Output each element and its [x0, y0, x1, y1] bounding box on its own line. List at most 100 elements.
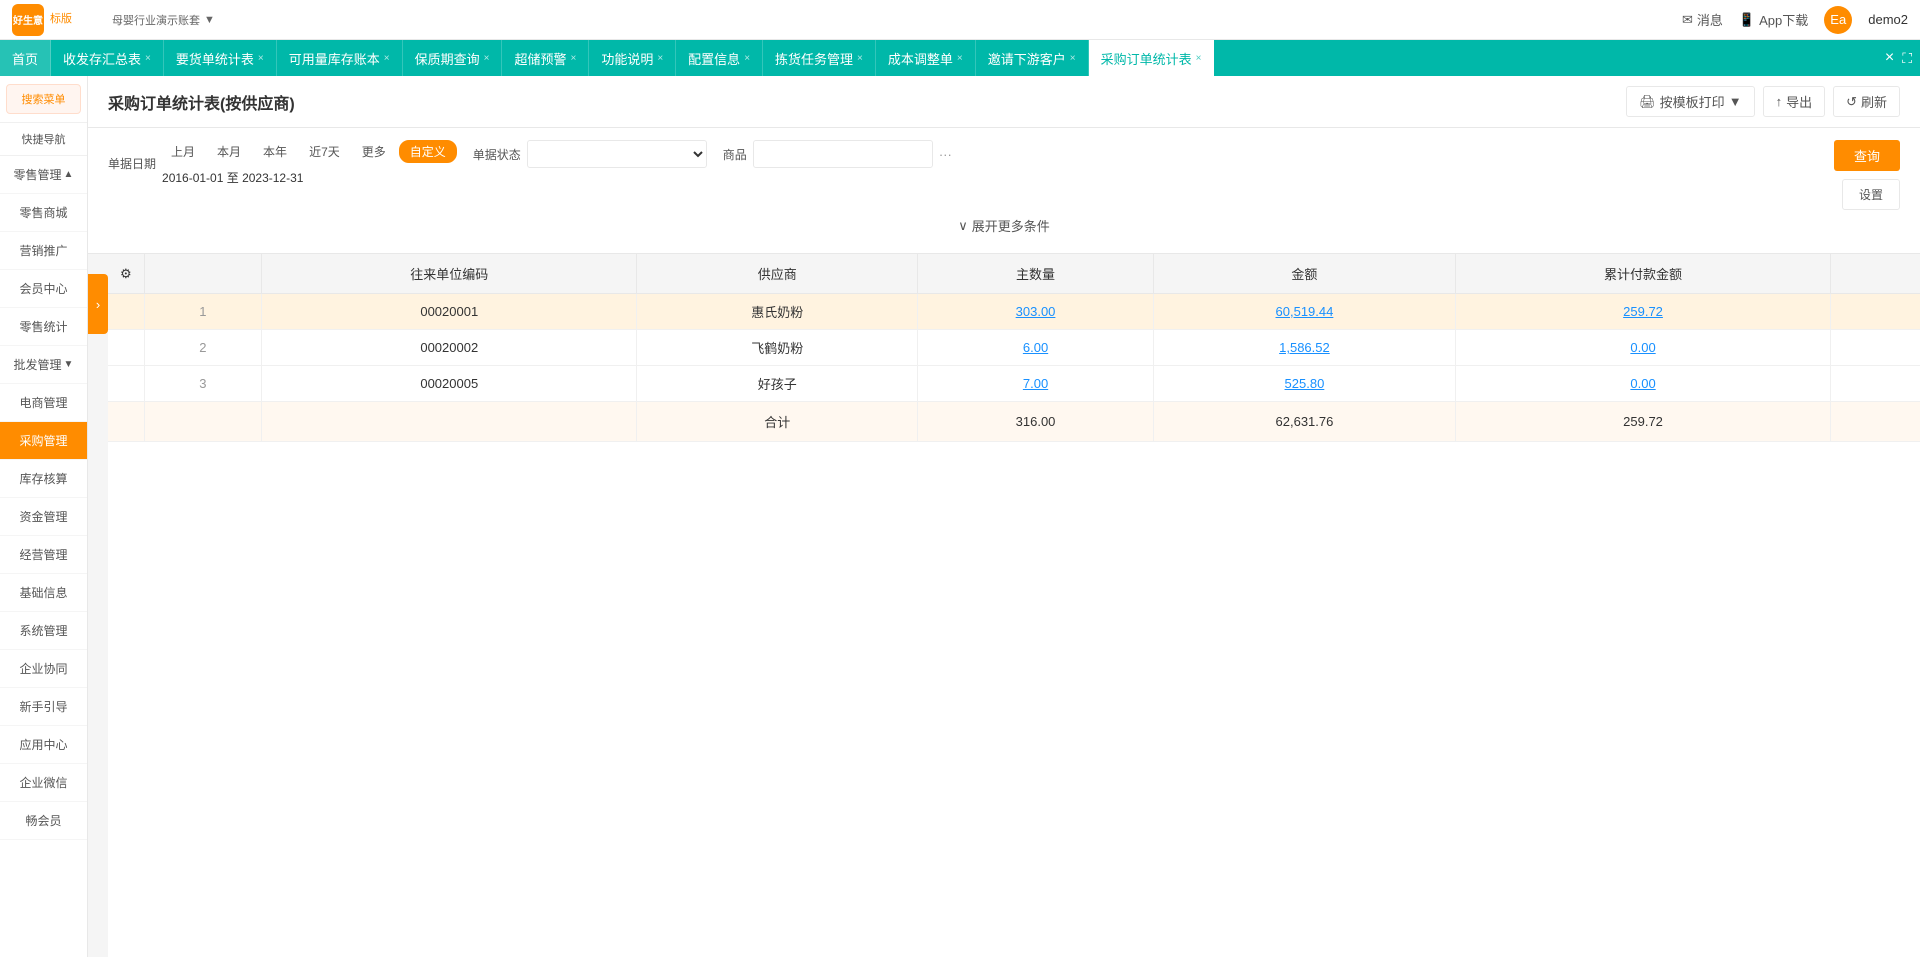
sidebar-item-jingyingguan[interactable]: 经营管理: [0, 536, 87, 574]
refresh-icon: ↺: [1846, 94, 1857, 110]
tab-tuohuo-close[interactable]: ×: [857, 53, 863, 64]
tab-gongneng[interactable]: 功能说明 ×: [589, 40, 676, 76]
row1-gear: [108, 294, 144, 330]
goods-filter: 商品 ···: [723, 140, 952, 168]
sidebar-quick-nav[interactable]: 快捷导航: [0, 123, 87, 156]
tab-invitedowner-close[interactable]: ×: [1070, 53, 1076, 64]
sidebar-item-qiyexietong-label: 企业协同: [19, 662, 67, 676]
tab-baozhi-close[interactable]: ×: [484, 53, 490, 64]
row2-main-qty[interactable]: 6.00: [918, 330, 1154, 366]
sidebar-item-qiyexietong[interactable]: 企业协同: [0, 650, 87, 688]
sidebar-item-kucunhesuanl[interactable]: 库存核算: [0, 460, 87, 498]
tab-shoufacollect-close[interactable]: ×: [145, 53, 151, 64]
tab-caigoustatistics-close[interactable]: ×: [1196, 53, 1202, 64]
sidebar-item-xinshouyindao[interactable]: 新手引导: [0, 688, 87, 726]
message-label: 消息: [1697, 10, 1723, 29]
filter-area: 单据日期 上月 本月 本年 近7天 更多 自定义 2016-01-01 至 20…: [88, 128, 1920, 254]
sidebar-item-qiyeweixin-label: 企业微信: [19, 776, 67, 790]
sidebar-item-lingshouguan[interactable]: 零售管理 ▲: [0, 156, 87, 194]
goods-ellipsis-icon[interactable]: ···: [939, 147, 952, 162]
tab-home[interactable]: 首页: [0, 40, 51, 76]
date-shortcut-custom[interactable]: 自定义: [399, 140, 457, 163]
username[interactable]: demo2: [1868, 12, 1908, 27]
tab-keyongliang-close[interactable]: ×: [384, 53, 390, 64]
sidebar-item-lingshoushangcheng[interactable]: 零售商城: [0, 194, 87, 232]
row3-amount[interactable]: 525.80: [1154, 366, 1456, 402]
nav-close-all-button[interactable]: ×: [1885, 49, 1894, 67]
row3-paid-amount[interactable]: 0.00: [1455, 366, 1830, 402]
tab-invitedowner[interactable]: 邀请下游客户 ×: [976, 40, 1089, 76]
sidebar-item-lingshoushangcheng-label: 零售商城: [19, 206, 67, 220]
footer-paid-amount: 259.72: [1455, 402, 1830, 442]
date-range-display: 2016-01-01 至 2023-12-31: [162, 169, 457, 186]
row3-main-qty[interactable]: 7.00: [918, 366, 1154, 402]
row1-paid-amount[interactable]: 259.72: [1455, 294, 1830, 330]
row3-extra: [1831, 366, 1920, 402]
export-button[interactable]: ↑ 导出: [1763, 86, 1826, 117]
date-shortcut-this-month[interactable]: 本月: [208, 140, 250, 163]
tab-peizhi-close[interactable]: ×: [744, 53, 750, 64]
settings-button[interactable]: 设置: [1842, 179, 1900, 210]
goods-input[interactable]: [753, 140, 933, 168]
row2-paid-amount[interactable]: 0.00: [1455, 330, 1830, 366]
tab-baozhi[interactable]: 保质期查询 ×: [403, 40, 503, 76]
app-download-button[interactable]: 📱 App下载: [1739, 10, 1808, 29]
nav-expand-button[interactable]: ⛶: [1902, 50, 1912, 67]
message-button[interactable]: ✉ 消息: [1682, 10, 1723, 29]
sidebar-item-jichuxinxi[interactable]: 基础信息: [0, 574, 87, 612]
tab-caigoustatistics[interactable]: 采购订单统计表 ×: [1089, 40, 1215, 76]
sidebar-item-caigouguan[interactable]: 采购管理: [0, 422, 87, 460]
tab-shoufacollect[interactable]: 收发存汇总表 ×: [51, 40, 164, 76]
table-header-unit-code: 往来单位编码: [262, 254, 637, 294]
expand-filter-button[interactable]: ∨ 展开更多条件: [958, 216, 1050, 235]
collapse-filter-button[interactable]: ›: [88, 274, 108, 334]
tab-chengben-label: 成本调整单: [888, 49, 953, 68]
row2-amount[interactable]: 1,586.52: [1154, 330, 1456, 366]
query-button[interactable]: 查询: [1834, 140, 1900, 171]
date-shortcut-more[interactable]: 更多: [353, 140, 395, 163]
print-button[interactable]: 🖨 按模板打印 ▼: [1626, 86, 1754, 117]
tab-chengben-close[interactable]: ×: [957, 53, 963, 64]
app-label: App下载: [1759, 10, 1808, 29]
sidebar-item-xitongguanli[interactable]: 系统管理: [0, 612, 87, 650]
top-bar: 好生意 标版 母婴行业演示账套 ▼ ✉ 消息 📱 App下载 Ea demo2: [0, 0, 1920, 40]
sidebar-item-yingyongzhongxin[interactable]: 应用中心: [0, 726, 87, 764]
tab-chaochuyujing-close[interactable]: ×: [570, 53, 576, 64]
tab-tuohuo-label: 拣货任务管理: [775, 49, 853, 68]
date-shortcut-prev-month[interactable]: 上月: [162, 140, 204, 163]
table-area: ⚙ 往来单位编码 供应商 主数量 金额 累计付款金额: [108, 254, 1920, 957]
tab-chaochuyujing[interactable]: 超储预警 ×: [502, 40, 589, 76]
tab-chaochuyujing-label: 超储预警: [514, 49, 566, 68]
sidebar-item-pifaguan[interactable]: 批发管理 ▼: [0, 346, 87, 384]
sidebar-item-yingxiaotuguan[interactable]: 营销推广: [0, 232, 87, 270]
tab-chengben[interactable]: 成本调整单 ×: [876, 40, 976, 76]
row1-amount[interactable]: 60,519.44: [1154, 294, 1456, 330]
tab-gongneng-close[interactable]: ×: [657, 53, 663, 64]
sidebar-item-dianshang[interactable]: 电商管理: [0, 384, 87, 422]
tab-peizhi[interactable]: 配置信息 ×: [676, 40, 763, 76]
workspace-selector[interactable]: 母婴行业演示账套 ▼: [112, 12, 215, 28]
sidebar-item-huiyuan[interactable]: 会员中心: [0, 270, 87, 308]
sidebar-item-changhui[interactable]: 畅会员: [0, 802, 87, 840]
page-actions: 🖨 按模板打印 ▼ ↑ 导出 ↺ 刷新: [1626, 86, 1900, 117]
date-shortcut-7days[interactable]: 近7天: [300, 140, 349, 163]
sidebar-item-qiyeweixin[interactable]: 企业微信: [0, 764, 87, 802]
footer-no: [144, 402, 261, 442]
date-shortcut-this-year[interactable]: 本年: [254, 140, 296, 163]
row2-no: 2: [144, 330, 261, 366]
tab-keyongliang[interactable]: 可用量库存账本 ×: [277, 40, 403, 76]
sidebar-item-lingshoutj[interactable]: 零售统计: [0, 308, 87, 346]
table-header-gear[interactable]: ⚙: [108, 254, 144, 294]
collapse-icon: ›: [96, 297, 100, 312]
tab-yaohuodanstatistics-close[interactable]: ×: [258, 53, 264, 64]
search-menu-button[interactable]: 搜索菜单: [6, 84, 81, 114]
row1-supplier: 惠氏奶粉: [637, 294, 918, 330]
tab-yaohuodanstatistics[interactable]: 要货单统计表 ×: [164, 40, 277, 76]
row1-main-qty[interactable]: 303.00: [918, 294, 1154, 330]
refresh-button[interactable]: ↺ 刷新: [1833, 86, 1900, 117]
tab-tuohuo[interactable]: 拣货任务管理 ×: [763, 40, 876, 76]
sidebar-item-zijinguan[interactable]: 资金管理: [0, 498, 87, 536]
nav-tabs-right: × ⛶: [1885, 49, 1920, 67]
status-select[interactable]: [527, 140, 707, 168]
table-container-wrapper: › ⚙ 往来单位编码 供应商 主数量 金额 累计付款金额: [88, 254, 1920, 957]
